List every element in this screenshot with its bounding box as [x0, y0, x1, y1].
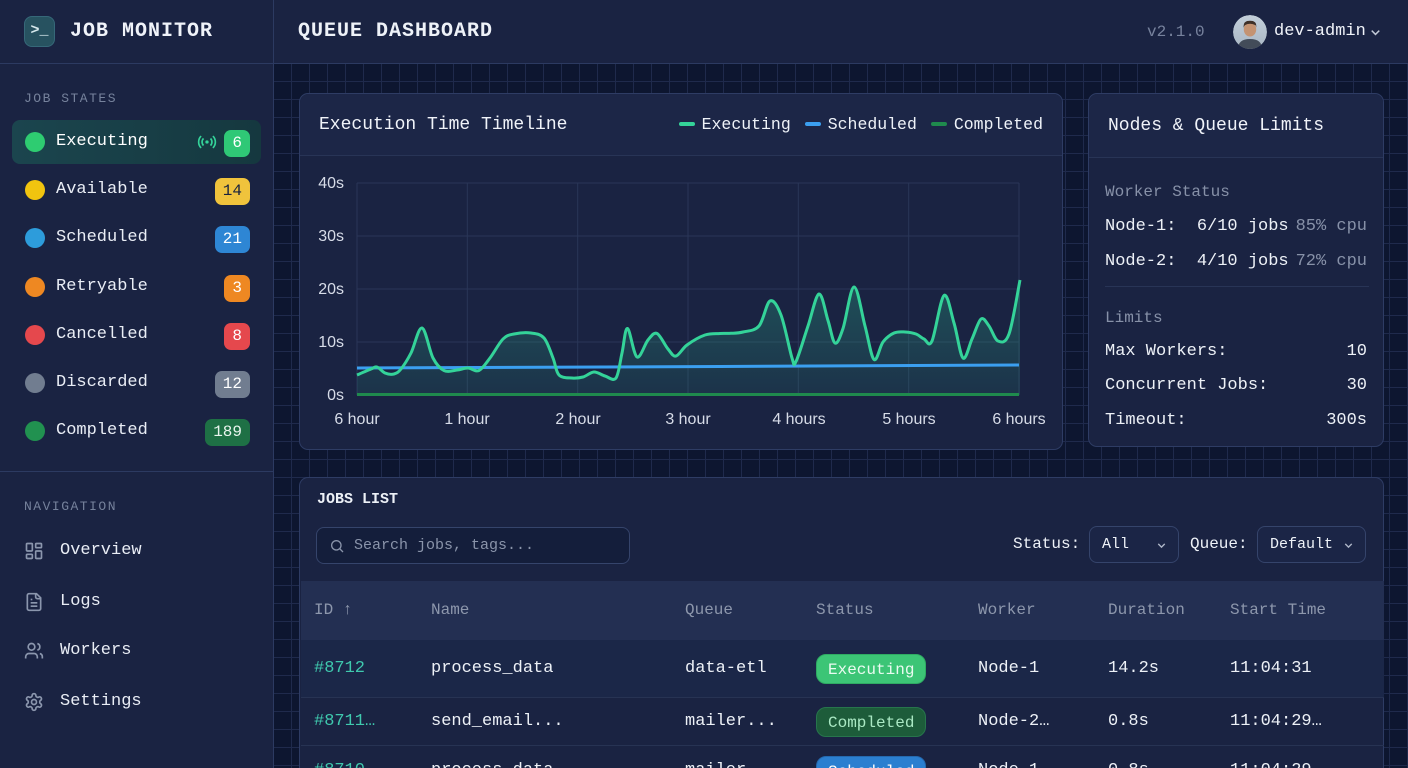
svg-text:1 hour: 1 hour — [444, 411, 490, 428]
svg-text:5 hours: 5 hours — [882, 411, 935, 428]
svg-text:4 hours: 4 hours — [772, 411, 825, 428]
svg-text:30s: 30s — [318, 228, 344, 245]
svg-text:2 hour: 2 hour — [555, 411, 601, 428]
svg-text:6 hour: 6 hour — [334, 411, 380, 428]
svg-text:6 hours: 6 hours — [992, 411, 1045, 428]
svg-text:40s: 40s — [318, 175, 344, 192]
svg-text:3 hour: 3 hour — [665, 411, 711, 428]
svg-text:20s: 20s — [318, 281, 344, 298]
svg-text:10s: 10s — [318, 334, 344, 351]
svg-text:0s: 0s — [327, 387, 344, 404]
